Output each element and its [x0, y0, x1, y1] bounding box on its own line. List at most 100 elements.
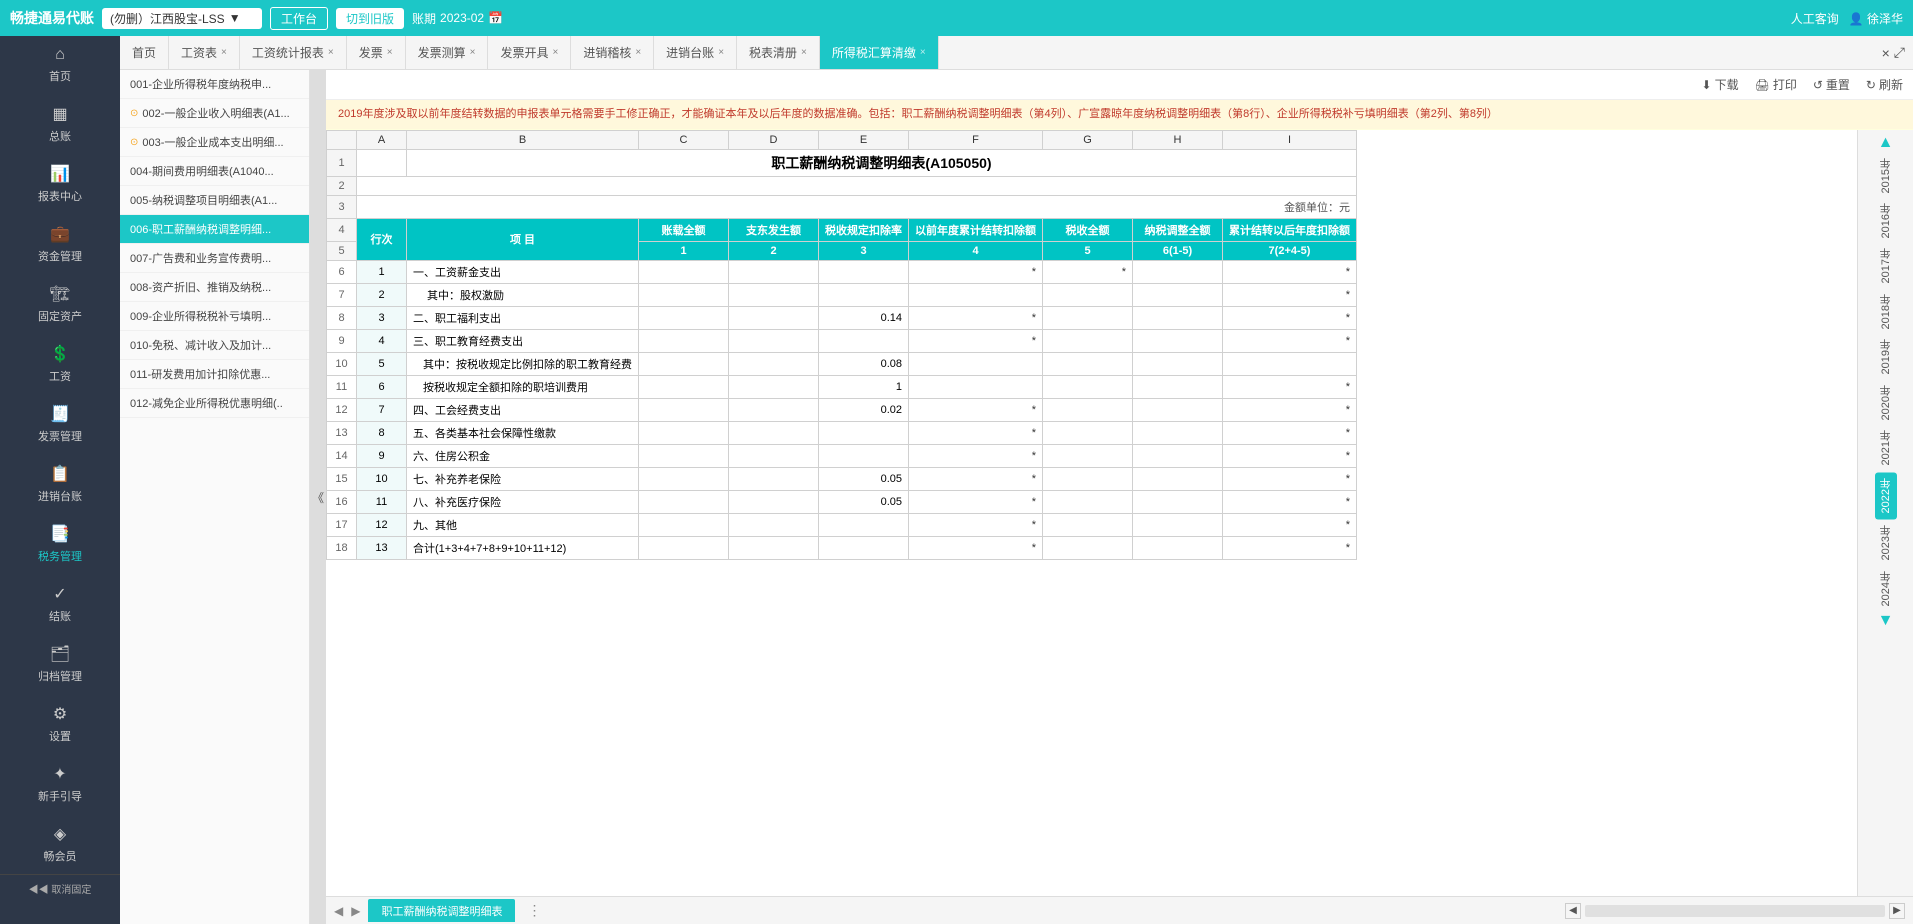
sidebar-item-settle[interactable]: ✓ 结账: [0, 574, 120, 634]
scroll-left-btn[interactable]: ◀: [1565, 903, 1581, 919]
sidebar-item-archive[interactable]: 🗂 归档管理: [0, 634, 120, 694]
switch-version-button[interactable]: 切到旧版: [336, 8, 404, 29]
sheet-tab-main[interactable]: 职工薪酬纳税调整明细表: [368, 899, 515, 922]
table-row: 2: [327, 176, 1357, 195]
print-icon: 🖨: [1755, 78, 1770, 92]
refresh-icon: ↻: [1866, 78, 1876, 92]
year-2023[interactable]: 2023年: [1876, 521, 1896, 564]
tab-maximize-btn[interactable]: ⤢: [1894, 44, 1905, 61]
year-2022[interactable]: 2022年: [1875, 472, 1897, 519]
year-2015[interactable]: 2015年: [1876, 154, 1896, 197]
refresh-btn[interactable]: ↻ 刷新: [1866, 76, 1903, 93]
tab-close-btn[interactable]: ×: [1882, 45, 1890, 61]
year-2016[interactable]: 2016年: [1876, 199, 1896, 242]
tab-salary[interactable]: 工资表 ×: [169, 36, 240, 69]
user-info: 👤 徐泽华: [1849, 10, 1903, 27]
sidebar-item-inout[interactable]: 📋 进销台账: [0, 454, 120, 514]
sidebar-label-archive: 归档管理: [38, 668, 82, 684]
sheet-table: A B C D E F G H I: [326, 130, 1357, 560]
tab-invoice-open[interactable]: 发票开具 ×: [488, 36, 571, 69]
header-d2: 2: [729, 241, 819, 260]
col-header-D: D: [729, 130, 819, 149]
content-area: 首页 工资表 × 工资统计报表 × 发票 × 发票测算 × 发票开具 × 进销稽…: [120, 36, 1913, 924]
horizontal-scrollbar[interactable]: [1585, 905, 1885, 917]
sidebar-item-vip[interactable]: ◈ 畅会员: [0, 814, 120, 874]
list-item-009[interactable]: 009-企业所得税税补亏填明...: [120, 302, 309, 331]
list-item-011[interactable]: 011-研发费用加计扣除优惠...: [120, 360, 309, 389]
header-i1: 累计结转以后年度扣除额: [1223, 218, 1357, 241]
tab-check[interactable]: 进销稽核 ×: [571, 36, 654, 69]
support-link[interactable]: 人工客询: [1791, 10, 1839, 27]
download-btn[interactable]: ⬇ 下载: [1702, 76, 1739, 93]
workbench-button[interactable]: 工作台: [270, 7, 328, 30]
tab-salary-report[interactable]: 工资统计报表 ×: [240, 36, 347, 69]
list-item-002[interactable]: ⊙002-一般企业收入明细表(A1...: [120, 99, 309, 128]
sidebar-item-ledger[interactable]: ▦ 总账: [0, 94, 120, 154]
tab-home[interactable]: 首页: [120, 36, 169, 69]
year-2021[interactable]: 2021年: [1876, 426, 1896, 469]
list-item-004[interactable]: 004-期间费用明细表(A1040...: [120, 157, 309, 186]
sidebar-label-tax: 税务管理: [38, 548, 82, 564]
header-f1: 以前年度累计结转扣除额: [909, 218, 1043, 241]
unit-label: 金额单位：元: [357, 195, 1357, 218]
sidebar-item-fixed[interactable]: 🏗 固定资产: [0, 274, 120, 334]
col-header-I: I: [1223, 130, 1357, 149]
reset-btn[interactable]: ↺ 重置: [1813, 76, 1850, 93]
tab-invoice-calc[interactable]: 发票测算 ×: [406, 36, 489, 69]
vip-icon: ◈: [54, 824, 66, 844]
year-up-btn[interactable]: ▲: [1878, 134, 1894, 152]
year-2019[interactable]: 2019年: [1876, 335, 1896, 378]
sheet-nav-right[interactable]: ▶: [351, 904, 360, 918]
col-header-E: E: [819, 130, 909, 149]
sidebar-item-invoice[interactable]: 🧾 发票管理: [0, 394, 120, 454]
year-2020[interactable]: 2020年: [1876, 381, 1896, 424]
header-i2: 7(2+4-5): [1223, 241, 1357, 260]
header-d1: 支东发生额: [729, 218, 819, 241]
table-row: 6 1 一、工资薪金支出 * * *: [327, 260, 1357, 283]
header-seq: 行次: [357, 218, 407, 260]
year-2018[interactable]: 2018年: [1876, 290, 1896, 333]
sidebar-label-guide: 新手引导: [38, 788, 82, 804]
year-down-btn[interactable]: ▼: [1878, 612, 1894, 630]
header-e2: 3: [819, 241, 909, 260]
sidebar-item-home[interactable]: ⌂ 首页: [0, 36, 120, 94]
year-2024[interactable]: 2024年: [1876, 567, 1896, 610]
error-icon-002: ⊙: [130, 108, 138, 119]
tab-ledger[interactable]: 进销台账 ×: [654, 36, 737, 69]
table-row: 16 11 八、补充医疗保险 0.05 * *: [327, 490, 1357, 513]
list-item-008[interactable]: 008-资产折旧、推销及纳税...: [120, 273, 309, 302]
spreadsheet-wrapper[interactable]: A B C D E F G H I: [326, 130, 1857, 897]
tab-taxbook[interactable]: 税表清册 ×: [737, 36, 820, 69]
list-item-012[interactable]: 012-减免企业所得税优惠明细(..: [120, 389, 309, 418]
year-2017[interactable]: 2017年: [1876, 244, 1896, 287]
tab-invoice[interactable]: 发票 ×: [347, 36, 406, 69]
scroll-right-btn[interactable]: ▶: [1889, 903, 1905, 919]
top-bar-left: 畅捷通易代账 (勿删）江西股宝-LSS ▼ 工作台 切到旧版 账期 2023-0…: [10, 7, 503, 30]
cancel-fixed-btn[interactable]: ◀◀ 取消固定: [0, 874, 120, 902]
list-item-007[interactable]: 007-广告费和业务宣传费明...: [120, 244, 309, 273]
list-item-005[interactable]: 005-纳税调整项目明细表(A1...: [120, 186, 309, 215]
sidebar-item-tax[interactable]: 📑 税务管理: [0, 514, 120, 574]
company-selector[interactable]: (勿删）江西股宝-LSS ▼: [102, 8, 262, 29]
list-item-003[interactable]: ⊙003-一般企业成本支出明细...: [120, 128, 309, 157]
list-item-006[interactable]: 006-职工薪酬纳税调整明细...: [120, 215, 309, 244]
collapse-panel-btn[interactable]: 《: [310, 70, 326, 924]
tab-bar: 首页 工资表 × 工资统计报表 × 发票 × 发票测算 × 发票开具 × 进销稽…: [120, 36, 1913, 70]
list-item-001[interactable]: 001-企业所得税年度纳税申...: [120, 70, 309, 99]
print-btn[interactable]: 🖨 打印: [1755, 76, 1797, 93]
tab-tax-settlement[interactable]: 所得税汇算清缴 ×: [820, 36, 939, 69]
sidebar-item-guide[interactable]: ✦ 新手引导: [0, 754, 120, 814]
sidebar-label-salary: 工资: [49, 368, 71, 384]
table-row: 11 6 按税收规定全额扣除的职培训费用 1 *: [327, 375, 1357, 398]
table-row: 15 10 七、补充养老保险 0.05 * *: [327, 467, 1357, 490]
sheet-more-btn[interactable]: ⋮: [527, 902, 541, 919]
col-header-B: B: [407, 130, 639, 149]
sidebar-item-settings[interactable]: ⚙ 设置: [0, 694, 120, 754]
list-item-010[interactable]: 010-免税、减计收入及加计...: [120, 331, 309, 360]
sheet-nav-left[interactable]: ◀: [334, 904, 343, 918]
tax-icon: 📑: [50, 524, 70, 544]
header-h1: 纳税调整全额: [1133, 218, 1223, 241]
sidebar-item-assets[interactable]: 💼 资金管理: [0, 214, 120, 274]
sidebar-item-reports[interactable]: 📊 报表中心: [0, 154, 120, 214]
sidebar-item-salary[interactable]: 💲 工资: [0, 334, 120, 394]
